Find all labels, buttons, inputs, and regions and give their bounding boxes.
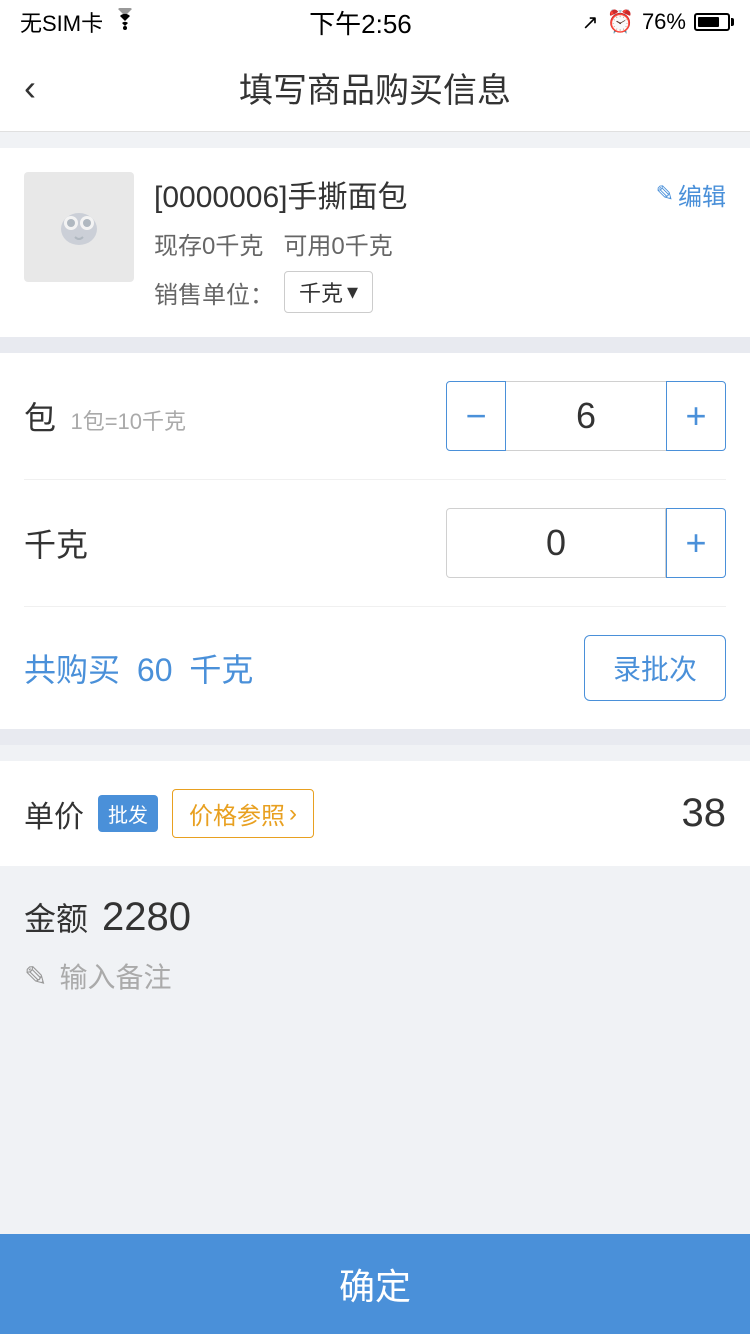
price-row: 单价 批发 价格参照 › 38 <box>24 789 726 838</box>
battery-icon <box>694 13 730 31</box>
confirm-label: 确定 <box>339 1258 411 1310</box>
product-unit-row: 销售单位： 千克 ▾ <box>154 271 726 313</box>
price-value: 38 <box>682 791 727 836</box>
kg-label: 千克 <box>24 527 88 563</box>
product-image <box>24 172 134 282</box>
status-bar: 无SIM卡 下午2:56 ↗ ⏰ 76% <box>0 0 750 44</box>
kg-input[interactable] <box>446 508 666 578</box>
quantity-section: 包 1包=10千克 − + 千克 + <box>0 353 750 607</box>
pencil-icon: ✎ <box>24 960 47 993</box>
status-left: 无SIM卡 <box>20 6 139 38</box>
product-name: [0000006]手撕面包 <box>154 172 407 216</box>
separator-2 <box>0 729 750 745</box>
total-row: 共购买 60 千克 录批次 <box>0 607 750 729</box>
kg-quantity-row: 千克 + <box>24 480 726 607</box>
unit-dropdown[interactable]: 千克 ▾ <box>284 271 373 313</box>
bao-plus-button[interactable]: + <box>666 381 726 451</box>
product-name-row: [0000006]手撕面包 ✎ 编辑 <box>154 172 726 216</box>
nav-bar: ‹ 填写商品购买信息 <box>0 44 750 132</box>
kg-label-group: 千克 <box>24 520 88 566</box>
bao-label-group: 包 1包=10千克 <box>24 393 186 439</box>
note-row[interactable]: ✎ 输入备注 <box>24 956 726 996</box>
record-batch-button[interactable]: 录批次 <box>584 635 726 701</box>
note-input[interactable]: 输入备注 <box>59 956 171 996</box>
wifi-icon <box>111 8 139 36</box>
kg-controls: + <box>446 508 726 578</box>
batch-badge: 批发 <box>98 795 158 832</box>
bao-controls: − + <box>446 381 726 451</box>
amount-section: 金额 2280 ✎ 输入备注 <box>0 866 750 1024</box>
carrier-label: 无SIM卡 <box>20 6 103 38</box>
total-amount: 60 <box>137 652 173 688</box>
bao-quantity-row: 包 1包=10千克 − + <box>24 353 726 480</box>
bao-label: 包 <box>24 400 56 436</box>
back-button[interactable]: ‹ <box>24 67 36 109</box>
price-label-group: 单价 批发 价格参照 › <box>24 789 314 838</box>
product-stock: 现存0千克 可用0千克 <box>154 226 726 261</box>
bao-input[interactable] <box>506 381 666 451</box>
total-text: 共购买 60 千克 <box>24 645 253 691</box>
dropdown-arrow-icon: ▾ <box>347 279 358 305</box>
separator-1 <box>0 337 750 353</box>
product-info: [0000006]手撕面包 ✎ 编辑 现存0千克 可用0千克 销售单位： 千克 … <box>154 172 726 313</box>
bottom-spacer <box>0 1024 750 1140</box>
price-section: 单价 批发 价格参照 › 38 <box>0 761 750 866</box>
bao-minus-button[interactable]: − <box>446 381 506 451</box>
amount-value: 2280 <box>102 895 191 940</box>
price-label: 单价 <box>24 792 84 836</box>
amount-label: 金额 <box>24 894 88 940</box>
price-ref-arrow-icon: › <box>289 800 297 828</box>
confirm-button[interactable]: 确定 <box>0 1234 750 1334</box>
status-right: ↗ ⏰ 76% <box>582 9 730 35</box>
bao-hint: 1包=10千克 <box>70 409 186 434</box>
location-icon: ↗ <box>582 10 599 35</box>
kg-plus-button[interactable]: + <box>666 508 726 578</box>
status-time: 下午2:56 <box>309 4 412 41</box>
amount-row: 金额 2280 <box>24 894 726 940</box>
product-card: [0000006]手撕面包 ✎ 编辑 现存0千克 可用0千克 销售单位： 千克 … <box>0 148 750 337</box>
page-title: 填写商品购买信息 <box>239 63 511 112</box>
edit-icon: ✎ <box>656 181 674 207</box>
edit-button[interactable]: ✎ 编辑 <box>656 177 726 212</box>
alarm-icon: ⏰ <box>607 9 634 35</box>
battery-percent: 76% <box>642 9 686 35</box>
price-ref-button[interactable]: 价格参照 › <box>172 789 314 838</box>
